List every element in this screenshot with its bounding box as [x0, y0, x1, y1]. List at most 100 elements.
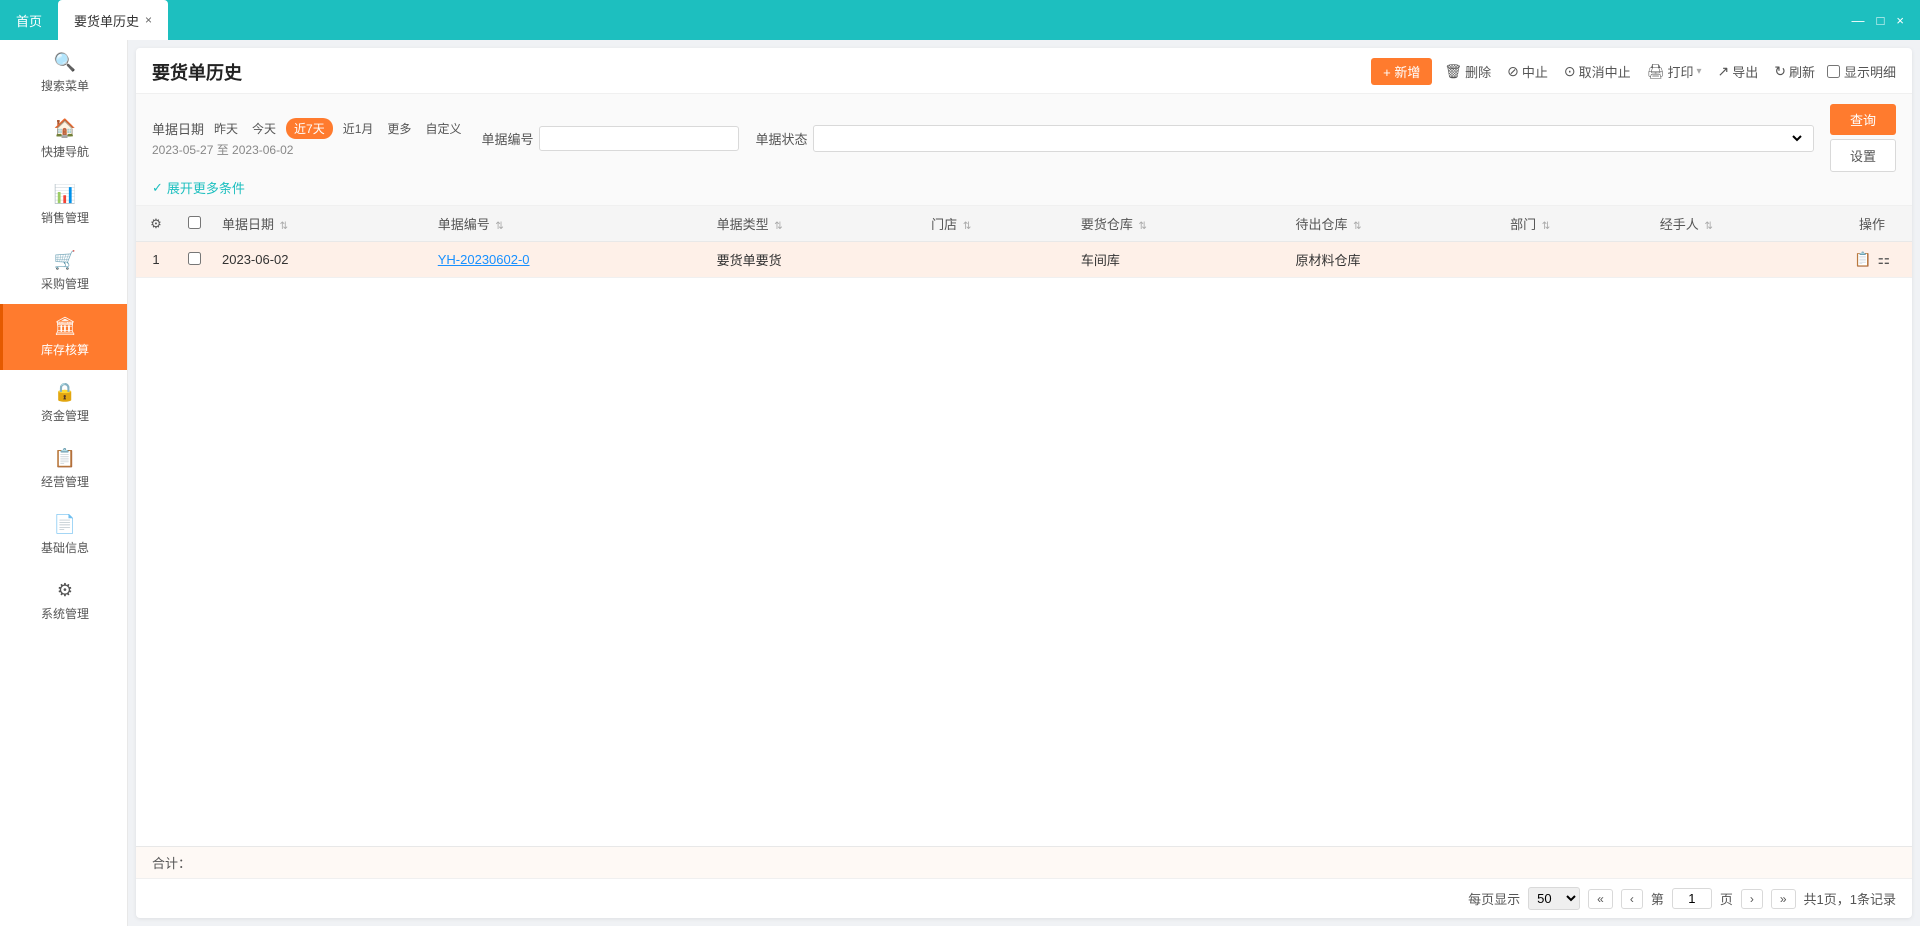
row-checkbox[interactable]	[188, 252, 201, 265]
date-yesterday[interactable]: 昨天	[210, 118, 242, 139]
edit-icon[interactable]: ⚏	[1877, 251, 1890, 268]
view-icon[interactable]: 📋	[1854, 251, 1871, 268]
inventory-icon: 🏛	[54, 316, 77, 337]
table-body: 1 2023-06-02 YH-20230602-0 要货单要货 车间库 原材料…	[136, 242, 1912, 278]
date-last-month[interactable]: 近1月	[339, 118, 378, 139]
row-handler	[1650, 242, 1832, 278]
settings-button[interactable]: 设置	[1830, 139, 1896, 172]
next-page-btn[interactable]: ›	[1741, 889, 1763, 909]
sidebar-item-purchase[interactable]: 🛒 采购管理	[0, 238, 127, 304]
total-info: 共1页，1条记录	[1804, 889, 1896, 908]
date-filter-label: 单据日期	[152, 119, 204, 138]
export-icon: ↗	[1717, 63, 1729, 80]
sidebar-item-basic-info[interactable]: 📄 基础信息	[0, 502, 127, 568]
prev-page-btn[interactable]: ‹	[1621, 889, 1643, 909]
sort-handler-icon: ⇅	[1704, 221, 1712, 232]
sidebar-item-inventory[interactable]: 🏛 库存核算	[0, 304, 127, 370]
row-actions: 📋 ⚏	[1832, 242, 1912, 278]
bill-status-select[interactable]	[822, 130, 1805, 147]
close-btn[interactable]: ×	[1896, 13, 1904, 28]
sort-number-icon: ⇅	[495, 221, 503, 232]
col-number: 单据编号 ⇅	[428, 206, 707, 242]
tab-home[interactable]: 首页	[0, 0, 58, 40]
show-detail-toggle[interactable]: 显示明细	[1827, 62, 1896, 81]
last-page-btn[interactable]: »	[1771, 889, 1796, 909]
summary-bar: 合计：	[136, 846, 1912, 878]
sort-dept-icon: ⇅	[1542, 221, 1550, 232]
top-bar-right: — □ ×	[1852, 13, 1920, 28]
expand-more-button[interactable]: ✓ 展开更多条件	[152, 178, 1896, 197]
col-pending-warehouse: 待出仓库 ⇅	[1285, 206, 1500, 242]
col-actions: 操作	[1832, 206, 1912, 242]
refresh-icon: ↻	[1774, 63, 1786, 80]
cancel-stop-icon: ⊙	[1564, 63, 1576, 80]
page-size-select[interactable]: 50 10 20 100	[1528, 887, 1580, 910]
print-icon: 🖨	[1647, 63, 1665, 80]
sidebar-item-nav[interactable]: 🏠 快捷导航	[0, 106, 127, 172]
query-button[interactable]: 查询	[1830, 104, 1896, 135]
date-last7days[interactable]: 近7天	[286, 118, 333, 139]
bill-number-input[interactable]	[539, 126, 739, 151]
tab-history[interactable]: 要货单历史 ×	[58, 0, 168, 40]
date-filter-row: 单据日期 昨天 今天 近7天 近1月 更多 自定义	[152, 118, 465, 139]
toolbar: + 新增 🗑 删除 ⊘ 中止 ⊙ 取消中止 🖨 打印 ▾	[1371, 58, 1896, 85]
main-layout: 🔍 搜索菜单 🏠 快捷导航 📊 销售管理 🛒 采购管理 🏛 库存核算 🔒 资金管…	[0, 40, 1920, 926]
maximize-btn[interactable]: □	[1877, 13, 1885, 28]
page-input[interactable]	[1672, 888, 1712, 909]
bill-status-select-wrapper[interactable]	[813, 125, 1814, 152]
date-today[interactable]: 今天	[248, 118, 280, 139]
date-range-text: 2023-05-27 至 2023-06-02	[152, 141, 465, 158]
sort-type-icon: ⇅	[774, 221, 782, 232]
sidebar-item-operations[interactable]: 📋 经营管理	[0, 436, 127, 502]
content-area: 要货单历史 + 新增 🗑 删除 ⊘ 中止 ⊙ 取消中止 🖨	[136, 48, 1912, 918]
print-button[interactable]: 🖨 打印 ▾	[1643, 60, 1706, 83]
operations-icon: 📋	[54, 448, 76, 469]
col-store: 门店 ⇅	[921, 206, 1071, 242]
sidebar-item-search[interactable]: 🔍 搜索菜单	[0, 40, 127, 106]
cancel-stop-button[interactable]: ⊙ 取消中止	[1560, 60, 1635, 83]
sidebar-item-sales[interactable]: 📊 销售管理	[0, 172, 127, 238]
row-warehouse: 车间库	[1071, 242, 1286, 278]
sort-warehouse-icon: ⇅	[1139, 221, 1147, 232]
filter-area: 单据日期 昨天 今天 近7天 近1月 更多 自定义 2023-05-27 至 2…	[136, 94, 1912, 206]
table-row[interactable]: 1 2023-06-02 YH-20230602-0 要货单要货 车间库 原材料…	[136, 242, 1912, 278]
stop-icon: ⊘	[1507, 63, 1519, 80]
col-settings: ⚙	[136, 206, 176, 242]
col-warehouse: 要货仓库 ⇅	[1071, 206, 1286, 242]
col-type: 单据类型 ⇅	[707, 206, 922, 242]
refresh-button[interactable]: ↻ 刷新	[1770, 60, 1819, 83]
row-num: 1	[136, 242, 176, 278]
date-custom[interactable]: 自定义	[421, 118, 465, 139]
stop-button[interactable]: ⊘ 中止	[1503, 60, 1552, 83]
bill-number-filter: 单据编号	[481, 126, 739, 151]
col-department: 部门 ⇅	[1500, 206, 1650, 242]
delete-button[interactable]: 🗑 删除	[1440, 60, 1495, 83]
chevron-down-icon: ✓	[152, 180, 163, 196]
date-filter-buttons: 昨天 今天 近7天 近1月 更多 自定义	[210, 118, 465, 139]
ops-icons-group: 📋 ⚏	[1842, 251, 1902, 268]
first-page-btn[interactable]: «	[1588, 889, 1613, 909]
new-button[interactable]: + 新增	[1371, 58, 1432, 85]
export-button[interactable]: ↗ 导出	[1713, 60, 1762, 83]
page-title: 要货单历史	[152, 59, 242, 85]
minimize-btn[interactable]: —	[1852, 13, 1865, 28]
bill-status-filter: 单据状态	[755, 125, 1814, 152]
col-date: 单据日期 ⇅	[212, 206, 428, 242]
select-all-checkbox[interactable]	[188, 216, 201, 229]
tab-list: 首页 要货单历史 ×	[0, 0, 1852, 40]
row-number-link[interactable]: YH-20230602-0	[428, 242, 707, 278]
page-suffix: 页	[1720, 889, 1733, 908]
date-more[interactable]: 更多	[383, 118, 415, 139]
tab-close-icon[interactable]: ×	[145, 13, 152, 27]
row-pending-warehouse: 原材料仓库	[1285, 242, 1500, 278]
print-dropdown-icon: ▾	[1696, 66, 1701, 77]
date-filter-group: 单据日期 昨天 今天 近7天 近1月 更多 自定义 2023-05-27 至 2…	[152, 118, 465, 158]
sidebar-item-system[interactable]: ⚙ 系统管理	[0, 568, 127, 634]
row-department	[1500, 242, 1650, 278]
sidebar-item-finance[interactable]: 🔒 资金管理	[0, 370, 127, 436]
page-size-label: 每页显示	[1468, 889, 1520, 908]
sales-icon: 📊	[54, 184, 76, 205]
data-table: ⚙ 单据日期 ⇅ 单据编号 ⇅ 单据类型	[136, 206, 1912, 278]
purchase-icon: 🛒	[54, 250, 76, 271]
show-detail-checkbox[interactable]	[1827, 65, 1840, 78]
